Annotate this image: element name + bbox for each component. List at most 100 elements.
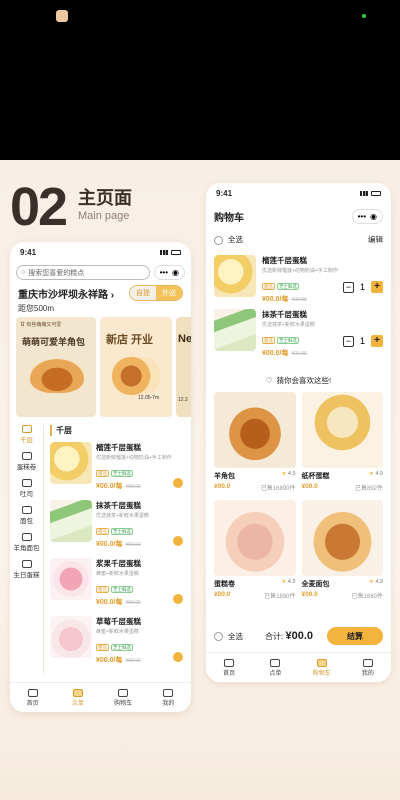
cart-item[interactable]: 抹茶千层蛋糕 优选抹茶+新鲜水果蛋糕 甜品 芝士鲜选 ¥00.0/每 ¥00.00 … xyxy=(206,303,391,357)
product-item[interactable]: 抹茶千层蛋糕 优选抹茶+新鲜水果蛋糕 甜品 芝士鲜选 ¥00.0/每 ¥00.00 xyxy=(50,500,185,552)
mode-delivery[interactable]: 外送 xyxy=(156,286,182,300)
croissant-image xyxy=(30,359,84,393)
cart-item[interactable]: 榴莲千层蛋糕 优选新鲜榴莲+动物奶油+手工制作 甜品 芝士鲜选 ¥00.0/每 ¥0… xyxy=(206,249,391,303)
product-item[interactable]: 榴莲千层蛋糕 优选新鲜榴莲+动物奶油+手工制作 甜品 芝士鲜选 ¥00.0/每 ¥0… xyxy=(50,442,185,494)
edit-button[interactable]: 编辑 xyxy=(368,234,383,245)
add-to-cart-button[interactable] xyxy=(173,652,183,662)
category-layer[interactable]: 千层 xyxy=(20,425,33,444)
rating: ★ 4.9 xyxy=(281,471,295,481)
product-tag: 甜品 xyxy=(96,586,109,593)
rating-value: 4.9 xyxy=(375,579,383,585)
product-tag: 芝士鲜选 xyxy=(111,644,133,651)
mode-pickup[interactable]: 自提 xyxy=(130,286,156,300)
tab-label: 购物车 xyxy=(312,670,331,677)
search-input[interactable]: ○ 搜索您喜爱的糕点 xyxy=(16,265,150,280)
old-price: ¥00.00 xyxy=(125,600,141,606)
recommend-grid: 羊角包 ★ 4.9 ¥00.0 已售16890件 纸杯蛋糕 ★ 4.9 ¥00.0 已售… xyxy=(206,386,391,608)
order-icon xyxy=(270,658,281,667)
sold-count: 已售1890件 xyxy=(264,594,296,600)
tab-profile[interactable]: 我的 xyxy=(146,683,191,712)
search-icon: ○ xyxy=(21,269,26,276)
home-icon xyxy=(27,688,38,697)
more-icon[interactable]: ••• xyxy=(160,268,168,277)
tab-profile[interactable]: 我的 xyxy=(345,653,391,682)
section-subtitle: Main page xyxy=(78,210,130,222)
top-strip xyxy=(0,0,400,160)
product-list: 千层 榴莲千层蛋糕 优选新鲜榴莲+动物奶油+手工制作 甜品 芝士鲜选 ¥00.0/… xyxy=(44,425,191,674)
recommend-card[interactable]: 全麦面包 ★ 4.9 ¥00.0 已售1680件 xyxy=(301,500,383,602)
address-row[interactable]: 重庆市沙坪坝永祥路 › 自提 外送 xyxy=(10,283,191,303)
cart-item-price: ¥00.0/每 ¥00.00 xyxy=(262,348,383,358)
mini-program-capsule[interactable]: ••• ◉ xyxy=(153,265,185,280)
tab-cart[interactable]: 购物车 xyxy=(299,653,345,682)
decrease-button[interactable]: − xyxy=(342,335,354,347)
product-tag: 甜品 xyxy=(96,528,109,535)
checkout-button[interactable]: 结算 xyxy=(327,627,383,645)
category-birthday[interactable]: 生日蛋糕 xyxy=(14,560,40,579)
product-desc: 蜂蜜+新鲜水果蛋糕 xyxy=(96,571,139,577)
add-to-cart-button[interactable] xyxy=(173,594,183,604)
quantity-stepper[interactable]: − 1 + xyxy=(342,335,383,347)
product-name: 浆果千层蛋糕 xyxy=(96,559,141,568)
category-label: 羊角面包 xyxy=(13,545,40,552)
product-tag: 芝士鲜选 xyxy=(111,586,133,593)
tab-order[interactable]: 点单 xyxy=(55,683,100,712)
category-croissant[interactable]: 羊角面包 xyxy=(14,533,40,552)
increase-button[interactable]: + xyxy=(371,281,383,293)
tab-home[interactable]: 首页 xyxy=(10,683,55,712)
banner-new-store[interactable]: 新店 开业 12.05-7m xyxy=(100,317,172,417)
star-icon: ★ xyxy=(368,471,374,477)
recommend-card[interactable]: 纸杯蛋糕 ★ 4.9 ¥00.0 已售892件 xyxy=(301,392,383,494)
category-toast[interactable]: 吐司 xyxy=(20,479,33,498)
tab-home[interactable]: 首页 xyxy=(206,653,252,682)
heart-icon: ♡ xyxy=(265,376,273,385)
close-icon[interactable]: ◉ xyxy=(172,268,179,277)
mini-program-capsule[interactable]: ••• ◉ xyxy=(351,209,383,224)
recommend-label: 猜你会喜欢这些! xyxy=(276,376,332,385)
product-image xyxy=(50,558,92,600)
product-tag: 芝士鲜选 xyxy=(111,528,133,535)
cart-item-desc: 优选新鲜榴莲+动物奶油+手工制作 xyxy=(262,268,338,274)
banner-carousel[interactable]: 甘 有些萌萌又可爱 萌萌可爱羊角包 新店 开业 12.05-7m Ne 12.2 xyxy=(10,317,191,417)
banner-croissant[interactable]: 甘 有些萌萌又可爱 萌萌可爱羊角包 xyxy=(16,317,96,417)
tab-cart[interactable]: 购物车 xyxy=(101,683,146,712)
total-value: ¥00.0 xyxy=(285,630,313,642)
category-bread[interactable]: 面包 xyxy=(20,506,33,525)
recommend-image xyxy=(301,500,383,576)
cart-item-image xyxy=(214,255,256,297)
add-to-cart-button[interactable] xyxy=(173,478,183,488)
product-price: ¥00.0/每 ¥00.00 xyxy=(96,481,185,491)
sold-count: 已售1680件 xyxy=(351,594,383,600)
product-tag: 芝士鲜选 xyxy=(277,283,299,290)
close-icon[interactable]: ◉ xyxy=(370,212,377,221)
banner-date-to: 7m xyxy=(152,395,160,401)
checkout-bar: 全选 合计: ¥00.0 结算 xyxy=(206,622,391,650)
more-icon[interactable]: ••• xyxy=(358,212,366,221)
recommend-card[interactable]: 蛋糕卷 ★ 4.9 ¥00.0 已售1890件 xyxy=(214,500,296,602)
increase-button[interactable]: + xyxy=(371,335,383,347)
old-price: ¥00.00 xyxy=(125,484,141,490)
banner-date: 12.05-7m xyxy=(138,395,160,401)
product-item[interactable]: 草莓千层蛋糕 蜂蜜+新鲜水果蛋糕 甜品 芝士鲜选 ¥00.0/每 ¥00.00 xyxy=(50,616,185,668)
category-label: 生日蛋糕 xyxy=(13,572,40,579)
checkout-select-all[interactable]: 全选 xyxy=(214,631,243,642)
section-title: 主页面 xyxy=(78,188,132,208)
distance-label: 距您500m xyxy=(18,304,55,313)
banner-headline-2: 新店 开业 xyxy=(106,334,154,346)
star-icon: ★ xyxy=(368,579,374,585)
recommend-card[interactable]: 羊角包 ★ 4.9 ¥00.0 已售16890件 xyxy=(214,392,296,494)
delivery-mode-toggle[interactable]: 自提 外送 xyxy=(129,285,183,301)
add-to-cart-button[interactable] xyxy=(173,536,183,546)
banner-next[interactable]: Ne 12.2 xyxy=(176,317,191,417)
product-price: ¥00.0/每 ¥00.00 xyxy=(96,597,185,607)
product-item[interactable]: 浆果千层蛋糕 蜂蜜+新鲜水果蛋糕 甜品 芝士鲜选 ¥00.0/每 ¥00.00 xyxy=(50,558,185,610)
select-all-checkbox[interactable]: 全选 xyxy=(214,234,243,245)
banner-headline-3: Ne xyxy=(178,333,191,345)
user-icon xyxy=(163,688,174,697)
cart-phone: 9:41 购物车 ••• ◉ 全选 编辑 榴莲千层蛋糕 优选新鲜榴莲+动物奶油+… xyxy=(206,183,391,682)
decrease-button[interactable]: − xyxy=(342,281,354,293)
recommend-price: ¥00.0 xyxy=(214,483,231,490)
quantity-stepper[interactable]: − 1 + xyxy=(342,281,383,293)
tab-order[interactable]: 点单 xyxy=(252,653,298,682)
category-roll[interactable]: 蛋糕卷 xyxy=(17,452,36,471)
